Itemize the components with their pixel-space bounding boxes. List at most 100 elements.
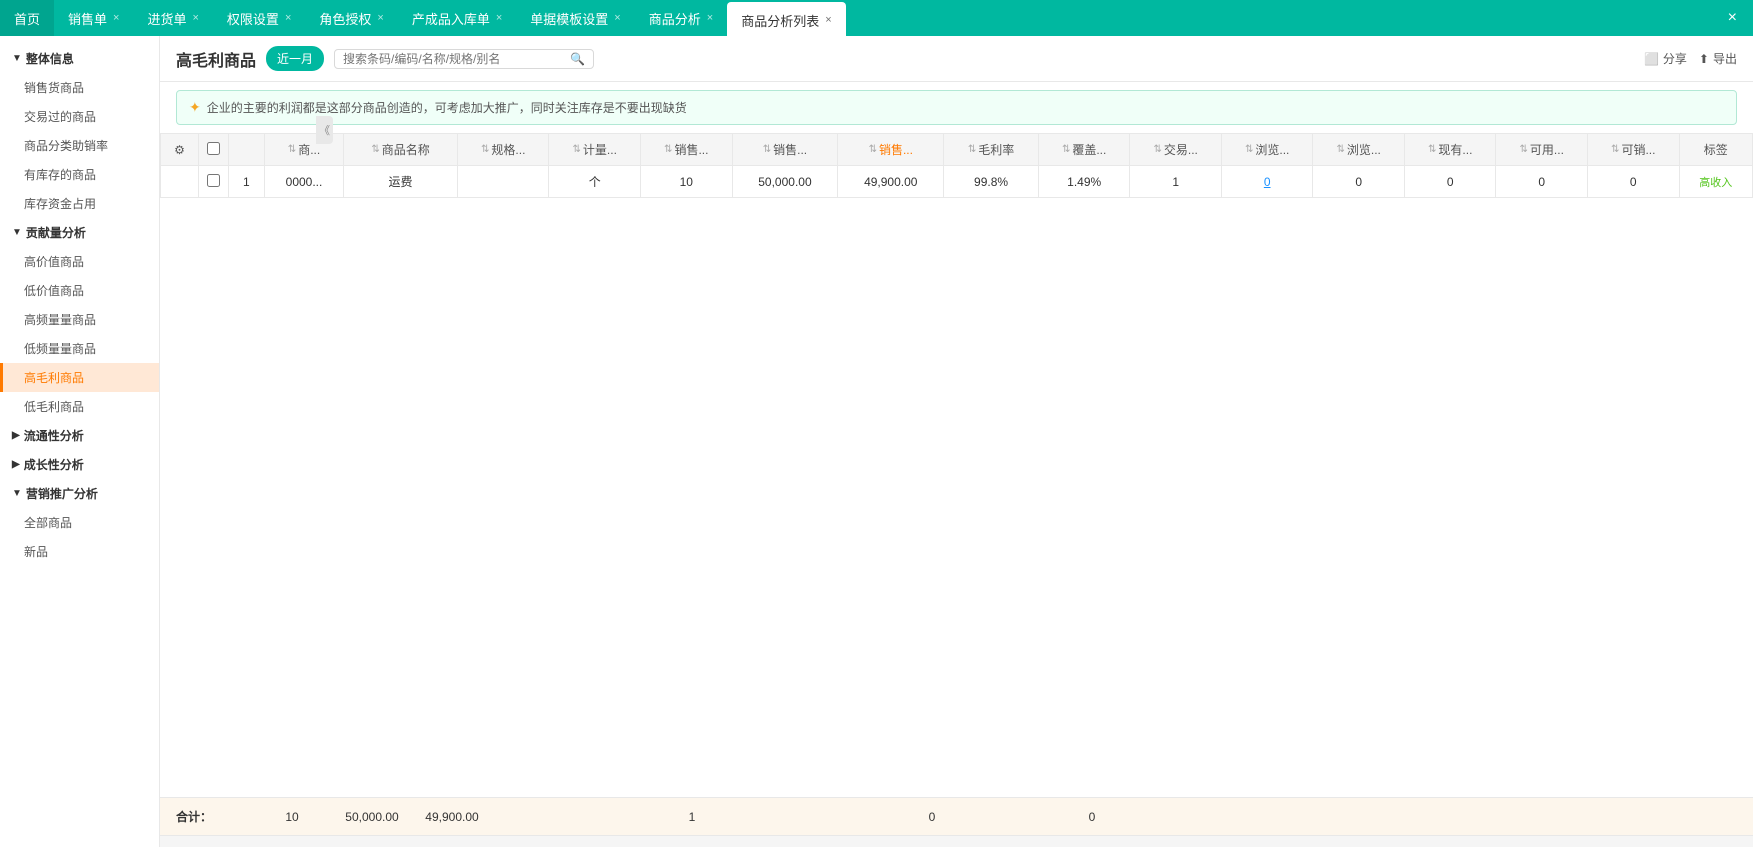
col-browse1[interactable]: ⇅浏览...	[1221, 134, 1313, 166]
table-row: 1 0000... 运费 个 10 50,000.00 49,900.00 99…	[161, 166, 1753, 198]
nav-goods-analysis[interactable]: 商品分析 ×	[635, 0, 727, 36]
col-sales-amount[interactable]: ⇅销售...	[732, 134, 838, 166]
col-browse2[interactable]: ⇅浏览...	[1313, 134, 1405, 166]
row-margin-rate: 99.8%	[944, 166, 1039, 198]
footer-spacer4	[812, 810, 892, 824]
sidebar-item-low-value[interactable]: 低价值商品	[0, 276, 159, 305]
content-header: 高毛利商品 近一月 🔍 ⬜ 分享 ⬆ 导出	[160, 36, 1753, 82]
sidebar-item-low-freq[interactable]: 低频量量商品	[0, 334, 159, 363]
sort-browse2-icon: ⇅	[1337, 144, 1345, 155]
sidebar-group-overall[interactable]: ▼ 整体信息	[0, 44, 159, 73]
col-sales-cost[interactable]: ⇅销售...	[838, 134, 944, 166]
footer-spacer1	[492, 810, 572, 824]
row-name: 运费	[344, 166, 458, 198]
footer-spacer2	[572, 810, 652, 824]
sort-saleable-icon: ⇅	[1611, 144, 1619, 155]
sidebar-group-growth[interactable]: ▶ 成长性分析	[0, 450, 159, 479]
sidebar-item-all-goods[interactable]: 全部商品	[0, 508, 159, 537]
sidebar-toggle-button[interactable]: 《	[316, 116, 333, 144]
sort-name-icon: ⇅	[371, 144, 379, 155]
nav-purchase-order[interactable]: 进货单 ×	[133, 0, 212, 36]
nav-template[interactable]: 单据模板设置 ×	[516, 0, 634, 36]
export-icon: ⬆	[1699, 52, 1709, 66]
footer-stock: 0	[892, 810, 972, 824]
sidebar-item-low-margin[interactable]: 低毛利商品	[0, 392, 159, 421]
sidebar-group-trend[interactable]: ▶ 流通性分析	[0, 421, 159, 450]
share-button[interactable]: ⬜ 分享	[1644, 50, 1687, 67]
footer-spacer5	[972, 810, 1052, 824]
col-saleable[interactable]: ⇅可销...	[1588, 134, 1680, 166]
col-cover[interactable]: ⇅覆盖...	[1038, 134, 1130, 166]
select-all-checkbox[interactable]	[207, 142, 220, 155]
col-sales-qty[interactable]: ⇅销售...	[641, 134, 733, 166]
sidebar-group-wealth[interactable]: ▼ 贡献量分析	[0, 218, 159, 247]
sort-spec-icon: ⇅	[481, 144, 489, 155]
col-num	[228, 134, 264, 166]
sidebar-item-high-freq[interactable]: 高频量量商品	[0, 305, 159, 334]
close-template-icon[interactable]: ×	[614, 12, 620, 24]
horizontal-scrollbar[interactable]	[160, 835, 1753, 847]
row-unit: 个	[549, 166, 641, 198]
search-icon[interactable]: 🔍	[570, 52, 585, 66]
col-spec[interactable]: ⇅规格...	[457, 134, 549, 166]
row-saleable: 0	[1588, 166, 1680, 198]
row-select-checkbox[interactable]	[207, 174, 220, 187]
nav-home[interactable]: 首页	[0, 0, 54, 36]
row-sales-amount: 50,000.00	[732, 166, 838, 198]
table-header-row: ⚙ ⇅商... ⇅商品名称 ⇅规格...	[161, 134, 1753, 166]
nav-finished-goods[interactable]: 产成品入库单 ×	[398, 0, 516, 36]
row-stock: 0	[1404, 166, 1496, 198]
top-nav: 首页 销售单 × 进货单 × 权限设置 × 角色授权 × 产成品入库单 × 单据…	[0, 0, 1753, 36]
nav-sales-order[interactable]: 销售单 ×	[54, 0, 133, 36]
arrow-marketing-icon: ▼	[12, 488, 22, 499]
col-available[interactable]: ⇅可用...	[1496, 134, 1588, 166]
row-browse2: 0	[1313, 166, 1405, 198]
col-stock[interactable]: ⇅现有...	[1404, 134, 1496, 166]
nav-role-auth[interactable]: 角色授权 ×	[305, 0, 397, 36]
row-browse1[interactable]: 0	[1221, 166, 1313, 198]
nav-right: ×	[1720, 9, 1753, 27]
sidebar-item-traded-goods[interactable]: 交易过的商品	[0, 102, 159, 131]
sidebar-item-high-value[interactable]: 高价值商品	[0, 247, 159, 276]
sidebar-item-new-goods[interactable]: 新品	[0, 537, 159, 566]
nav-permission[interactable]: 权限设置 ×	[213, 0, 305, 36]
sidebar-item-high-margin[interactable]: 高毛利商品	[0, 363, 159, 392]
close-finished-icon[interactable]: ×	[496, 12, 502, 24]
filter-recent-month-button[interactable]: 近一月	[266, 46, 324, 71]
arrow-wealth-icon: ▼	[12, 227, 22, 238]
footer-label: 合计：	[176, 808, 236, 825]
row-available: 0	[1496, 166, 1588, 198]
close-permission-icon[interactable]: ×	[285, 12, 291, 24]
col-unit[interactable]: ⇅计量...	[549, 134, 641, 166]
window-close-button[interactable]: ×	[1720, 9, 1745, 26]
close-analysis-list-icon[interactable]: ×	[825, 14, 831, 26]
sort-browse1-icon: ⇅	[1245, 144, 1253, 155]
row-settings	[161, 166, 199, 198]
col-settings[interactable]: ⚙	[161, 134, 199, 166]
export-button[interactable]: ⬆ 导出	[1699, 50, 1737, 67]
nav-goods-analysis-list[interactable]: 商品分析列表 ×	[727, 2, 845, 38]
sidebar: ▼ 整体信息 销售货商品 交易过的商品 商品分类助销率 有库存的商品 库存资金占…	[0, 36, 160, 847]
sidebar-item-inventory-goods[interactable]: 有库存的商品	[0, 160, 159, 189]
footer-trade: 1	[652, 810, 732, 824]
close-sales-order-icon[interactable]: ×	[113, 12, 119, 24]
search-input[interactable]	[343, 52, 566, 66]
row-trade: 1	[1130, 166, 1222, 198]
info-icon: ✦	[189, 99, 201, 116]
row-code: 0000...	[264, 166, 343, 198]
col-trade[interactable]: ⇅交易...	[1130, 134, 1222, 166]
close-role-icon[interactable]: ×	[377, 12, 383, 24]
footer-sales-cost: 49,900.00	[412, 810, 492, 824]
col-margin-rate[interactable]: ⇅毛利率	[944, 134, 1039, 166]
search-box: 🔍	[334, 49, 594, 69]
sort-margin-rate-icon: ⇅	[968, 144, 976, 155]
col-name[interactable]: ⇅商品名称	[344, 134, 458, 166]
sidebar-item-goods-assist[interactable]: 商品分类助销率	[0, 131, 159, 160]
row-checkbox[interactable]	[198, 166, 228, 198]
sidebar-group-marketing[interactable]: ▼ 营销推广分析	[0, 479, 159, 508]
sidebar-item-inventory-capital[interactable]: 库存资金占用	[0, 189, 159, 218]
close-purchase-icon[interactable]: ×	[192, 12, 198, 24]
sidebar-item-sales-goods[interactable]: 销售货商品	[0, 73, 159, 102]
close-analysis-icon[interactable]: ×	[707, 12, 713, 24]
sort-sales-cost-icon: ⇅	[869, 144, 877, 155]
